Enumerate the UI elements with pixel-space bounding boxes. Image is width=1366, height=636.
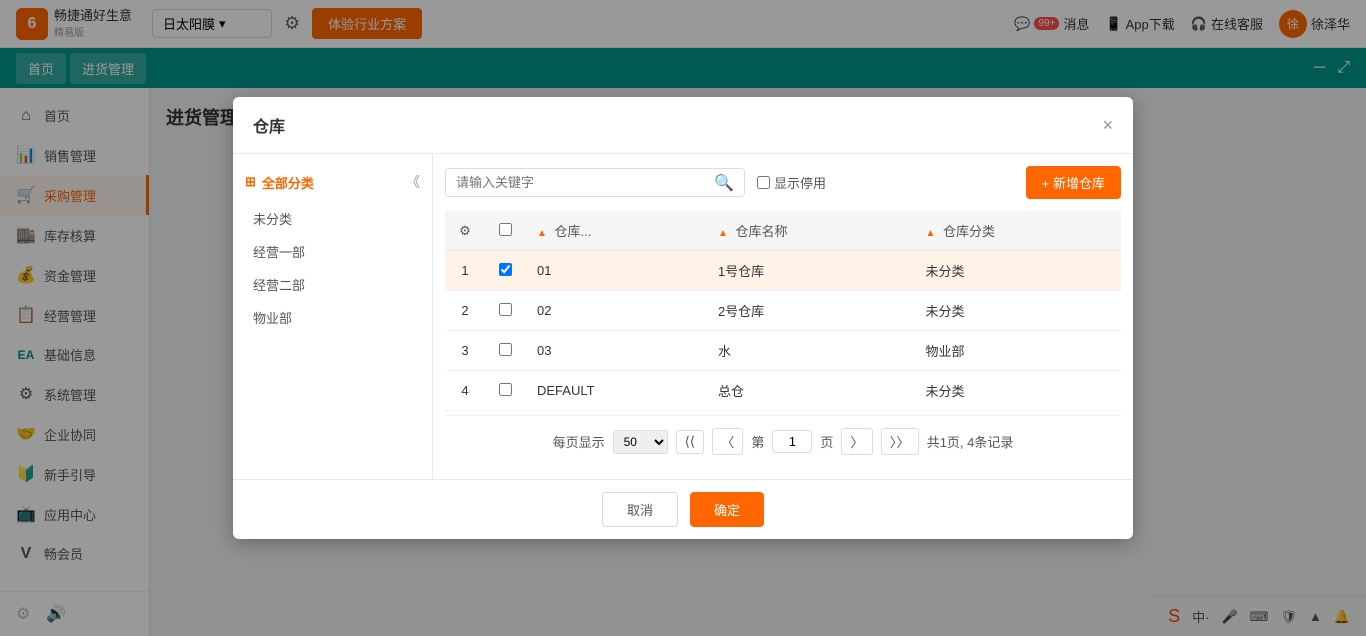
dialog-footer: 取消 确定 <box>233 479 1133 539</box>
row-checkbox-cell[interactable] <box>485 291 525 331</box>
per-page-select[interactable]: 50 20 100 <box>613 430 668 454</box>
tree-all-label: 全部分类 <box>262 173 314 192</box>
table-row[interactable]: 1 01 1号仓库 未分类 <box>445 251 1121 291</box>
tree-item-ops1[interactable]: 经营一部 <box>233 235 432 268</box>
row-code: DEFAULT <box>525 371 706 411</box>
row-number: 3 <box>445 331 485 371</box>
row-code: 02 <box>525 291 706 331</box>
row-checkbox-cell[interactable] <box>485 251 525 291</box>
table-header-row: ⚙ ▲ 仓库... ▲ 仓库名称 <box>445 211 1121 251</box>
dialog-header: 仓库 × <box>233 97 1133 154</box>
search-input[interactable] <box>446 169 704 196</box>
row-checkbox[interactable] <box>499 263 512 276</box>
tree-header: ⊞ 全部分类 《 <box>233 166 432 202</box>
col-header-check <box>485 211 525 251</box>
row-code: 03 <box>525 331 706 371</box>
page-label: 第 <box>751 432 764 451</box>
row-name: 总仓 <box>706 371 914 411</box>
category-tree: ⊞ 全部分类 《 未分类 经营一部 经营二部 物业部 <box>233 154 433 479</box>
row-checkbox[interactable] <box>499 303 512 316</box>
col-header-code[interactable]: ▲ 仓库... <box>525 211 706 251</box>
row-code: 01 <box>525 251 706 291</box>
show-disabled-checkbox[interactable] <box>757 176 770 189</box>
dialog-close-button[interactable]: × <box>1102 115 1113 136</box>
tree-collapse-button[interactable]: 《 <box>406 172 420 192</box>
row-category: 未分类 <box>913 251 1121 291</box>
page-number-input[interactable] <box>772 430 812 453</box>
sort-icon2: ▲ <box>718 228 728 239</box>
toolbar: 🔍 显示停用 + 新增仓库 <box>445 166 1121 199</box>
confirm-button[interactable]: 确定 <box>690 492 764 527</box>
table-row[interactable]: 4 DEFAULT 总仓 未分类 <box>445 371 1121 411</box>
sort-icon3: ▲ <box>925 228 935 239</box>
sort-icon: ▲ <box>537 228 547 239</box>
row-name: 2号仓库 <box>706 291 914 331</box>
row-checkbox-cell[interactable] <box>485 371 525 411</box>
col-header-settings[interactable]: ⚙ <box>445 211 485 251</box>
tree-item-property[interactable]: 物业部 <box>233 301 432 334</box>
tree-item-unclassified[interactable]: 未分类 <box>233 202 432 235</box>
dialog-title: 仓库 <box>253 113 285 137</box>
last-page-button[interactable]: 〉〉 <box>881 428 919 455</box>
page-unit: 页 <box>820 432 833 451</box>
show-disabled-label: 显示停用 <box>774 173 826 192</box>
table-row[interactable]: 2 02 2号仓库 未分类 <box>445 291 1121 331</box>
show-disabled-toggle[interactable]: 显示停用 <box>757 173 826 192</box>
next-page-button[interactable]: 〉 <box>841 428 872 455</box>
first-page-button[interactable]: ⟨⟨ <box>676 430 704 454</box>
tree-item-ops2[interactable]: 经营二部 <box>233 268 432 301</box>
table-row[interactable]: 3 03 水 物业部 <box>445 331 1121 371</box>
prev-page-button[interactable]: 〈 <box>712 428 743 455</box>
col-header-name[interactable]: ▲ 仓库名称 <box>706 211 914 251</box>
modal-overlay[interactable]: 仓库 × ⊞ 全部分类 《 未分类 经营一部 经营二部 物业部 <box>0 0 1366 636</box>
add-warehouse-button[interactable]: + 新增仓库 <box>1026 166 1121 199</box>
tree-all-button[interactable]: ⊞ 全部分类 <box>245 173 314 192</box>
search-button[interactable]: 🔍 <box>704 173 744 193</box>
row-category: 未分类 <box>913 371 1121 411</box>
cancel-button[interactable]: 取消 <box>602 492 678 527</box>
row-number: 4 <box>445 371 485 411</box>
warehouse-dialog: 仓库 × ⊞ 全部分类 《 未分类 经营一部 经营二部 物业部 <box>233 97 1133 539</box>
row-category: 物业部 <box>913 331 1121 371</box>
row-checkbox[interactable] <box>499 383 512 396</box>
select-all-checkbox[interactable] <box>499 223 512 236</box>
row-number: 1 <box>445 251 485 291</box>
col-header-category[interactable]: ▲ 仓库分类 <box>913 211 1121 251</box>
row-checkbox[interactable] <box>499 343 512 356</box>
row-name: 水 <box>706 331 914 371</box>
pagination: 每页显示 50 20 100 ⟨⟨ 〈 第 页 〉 〉〉 共1页, 4条记录 <box>445 415 1121 467</box>
grid-icon: ⊞ <box>245 174 256 190</box>
right-panel: 🔍 显示停用 + 新增仓库 ⚙ <box>433 154 1133 479</box>
search-box: 🔍 <box>445 168 745 197</box>
row-checkbox-cell[interactable] <box>485 331 525 371</box>
row-category: 未分类 <box>913 291 1121 331</box>
row-name: 1号仓库 <box>706 251 914 291</box>
total-info: 共1页, 4条记录 <box>927 432 1014 451</box>
dialog-body: ⊞ 全部分类 《 未分类 经营一部 经营二部 物业部 🔍 <box>233 154 1133 479</box>
row-number: 2 <box>445 291 485 331</box>
per-page-label: 每页显示 <box>553 432 605 451</box>
warehouse-table: ⚙ ▲ 仓库... ▲ 仓库名称 <box>445 211 1121 411</box>
